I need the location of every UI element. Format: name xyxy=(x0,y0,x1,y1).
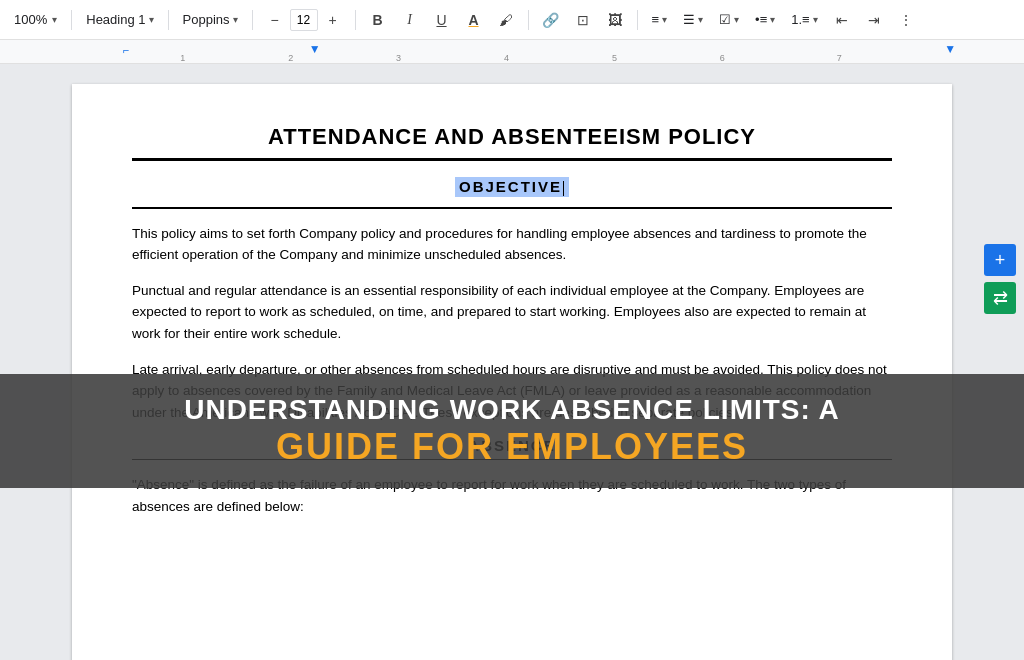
zoom-arrow: ▾ xyxy=(52,14,57,25)
num-list-icon: 1.≡ xyxy=(791,12,809,27)
ruler-mark-7: 7 xyxy=(837,53,842,63)
ruler-mark-4: 4 xyxy=(504,53,509,63)
zoom-control[interactable]: 100% ▾ xyxy=(8,10,63,29)
side-actions: + ⇄ xyxy=(984,244,1016,314)
image-action-button[interactable]: ⇄ xyxy=(984,282,1016,314)
ruler-triangle-marker: ▼ xyxy=(309,42,321,56)
paragraph-1: This policy aims to set forth Company po… xyxy=(132,223,892,266)
font-size-increase-button[interactable]: + xyxy=(319,6,347,34)
bold-button[interactable]: B xyxy=(364,6,392,34)
ruler-inner: ⌐ 1 2 3 4 5 6 7 ▼ ▼ xyxy=(75,40,974,63)
ruler-mark-1: 1 xyxy=(180,53,185,63)
font-size-input[interactable] xyxy=(290,9,318,31)
font-selector[interactable]: Poppins ▾ xyxy=(177,10,244,29)
objective-heading-wrap: OBJECTIVE xyxy=(132,177,892,203)
image-button[interactable]: ⊡ xyxy=(569,6,597,34)
document-title: ATTENDANCE AND ABSENTEEISM POLICY xyxy=(132,124,892,150)
objective-heading[interactable]: OBJECTIVE xyxy=(455,177,569,197)
separator-6 xyxy=(637,10,638,30)
zoom-value: 100% xyxy=(14,12,47,27)
font-size-control: − + xyxy=(261,6,347,34)
toolbar: 100% ▾ Heading 1 ▾ Poppins ▾ − + B I U A… xyxy=(0,0,1024,40)
separator-1 xyxy=(71,10,72,30)
ruler-mark-6: 6 xyxy=(720,53,725,63)
bullet-list-button[interactable]: •≡ ▾ xyxy=(749,10,781,29)
bullet-icon: •≡ xyxy=(755,12,767,27)
heading-style-selector[interactable]: Heading 1 ▾ xyxy=(80,10,159,29)
tab-marker: ⌐ xyxy=(123,44,129,56)
overlay-line2: GUIDE FOR EMPLOYEES xyxy=(40,426,984,468)
photo-button[interactable]: 🖼 xyxy=(601,6,629,34)
highlight-button[interactable]: 🖌 xyxy=(492,6,520,34)
line-spacing-icon: ☰ xyxy=(683,12,695,27)
ruler-mark-2: 2 xyxy=(288,53,293,63)
text-cursor xyxy=(563,181,564,196)
title-underline xyxy=(132,158,892,161)
separator-2 xyxy=(168,10,169,30)
font-label: Poppins xyxy=(183,12,230,27)
separator-4 xyxy=(355,10,356,30)
checklist-button[interactable]: ☑ ▾ xyxy=(713,10,745,29)
ruler-mark-5: 5 xyxy=(612,53,617,63)
document-page[interactable]: ATTENDANCE AND ABSENTEEISM POLICY OBJECT… xyxy=(72,84,952,660)
document-area: ATTENDANCE AND ABSENTEEISM POLICY OBJECT… xyxy=(0,64,1024,660)
heading-style-label: Heading 1 xyxy=(86,12,145,27)
ruler-right-marker: ▼ xyxy=(944,42,956,56)
text-color-button[interactable]: A xyxy=(460,6,488,34)
overlay-line1: UNDERSTANDING WORK ABSENCE LIMITS: A xyxy=(40,394,984,426)
add-content-button[interactable]: + xyxy=(984,244,1016,276)
ruler: ⌐ 1 2 3 4 5 6 7 ▼ ▼ xyxy=(0,40,1024,64)
paragraph-2: Punctual and regular attendance is an es… xyxy=(132,280,892,345)
underline-button[interactable]: U xyxy=(428,6,456,34)
objective-underline xyxy=(132,207,892,209)
decrease-indent-button[interactable]: ⇤ xyxy=(828,6,856,34)
align-icon: ≡ xyxy=(652,12,660,27)
overlay-banner: UNDERSTANDING WORK ABSENCE LIMITS: A GUI… xyxy=(0,374,1024,488)
more-options-button[interactable]: ⋮ xyxy=(892,6,920,34)
italic-button[interactable]: I xyxy=(396,6,424,34)
line-spacing-button[interactable]: ☰ ▾ xyxy=(677,10,709,29)
num-list-button[interactable]: 1.≡ ▾ xyxy=(785,10,823,29)
font-size-decrease-button[interactable]: − xyxy=(261,6,289,34)
link-button[interactable]: 🔗 xyxy=(537,6,565,34)
increase-indent-button[interactable]: ⇥ xyxy=(860,6,888,34)
heading-style-arrow: ▾ xyxy=(149,14,154,25)
separator-5 xyxy=(528,10,529,30)
ruler-mark-3: 3 xyxy=(396,53,401,63)
separator-3 xyxy=(252,10,253,30)
align-button[interactable]: ≡ ▾ xyxy=(646,10,674,29)
font-arrow: ▾ xyxy=(233,14,238,25)
checklist-icon: ☑ xyxy=(719,12,731,27)
